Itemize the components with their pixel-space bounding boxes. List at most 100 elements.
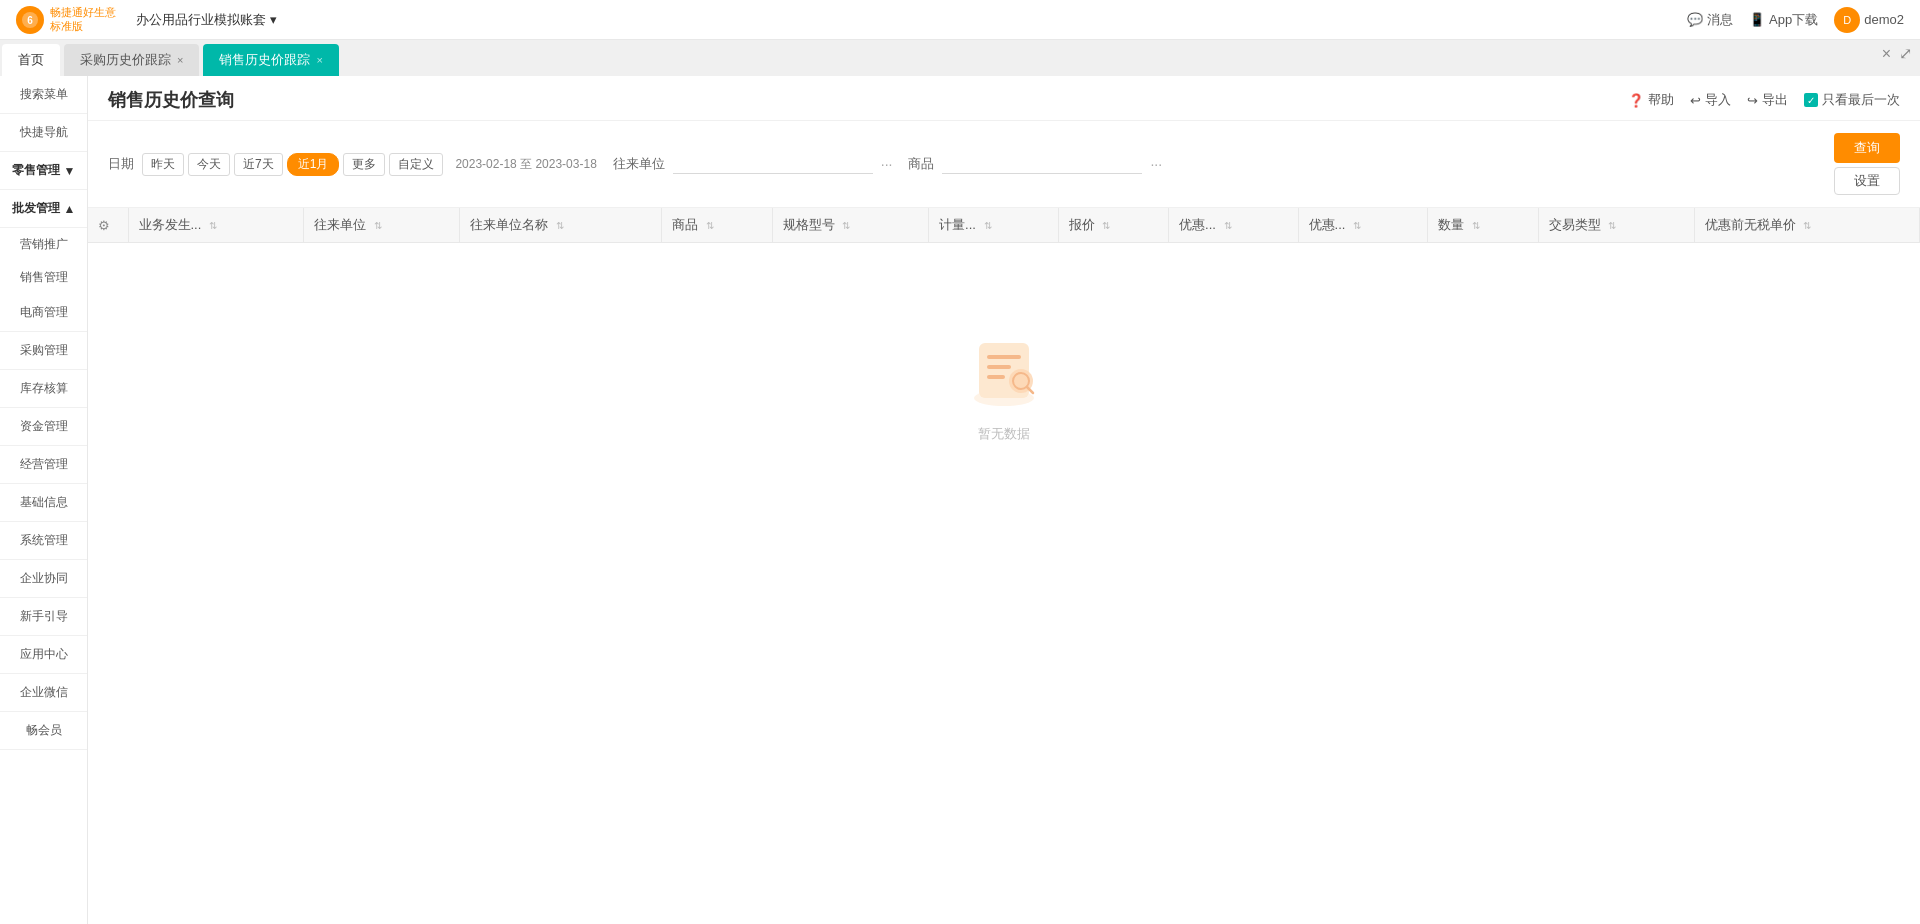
company-selector[interactable]: 办公用品行业模拟账套 ▾ bbox=[136, 11, 277, 29]
window-close-btn[interactable]: × bbox=[1882, 45, 1891, 63]
sidebar-item-membership[interactable]: 畅会员 bbox=[0, 712, 87, 750]
sidebar-item-retail-mgmt[interactable]: 零售管理 ▼ bbox=[0, 152, 87, 190]
sidebar-item-app-center[interactable]: 应用中心 bbox=[0, 636, 87, 674]
date-range-display: 2023-02-18 至 2023-03-18 bbox=[455, 156, 596, 173]
page-title: 销售历史价查询 bbox=[108, 88, 234, 112]
col-partner-code: 往来单位 ⇅ bbox=[303, 208, 459, 243]
message-btn[interactable]: 💬 消息 bbox=[1687, 11, 1733, 29]
col-pre-discount-price: 优惠前无税单价 ⇅ bbox=[1694, 208, 1919, 243]
goods-filter-group: 商品 ··· bbox=[908, 154, 1162, 174]
page-header: 销售历史价查询 ❓ 帮助 ↩ 导入 ↪ 导出 ✓ 只看最后一次 bbox=[88, 76, 1920, 121]
col-qty: 数量 ⇅ bbox=[1428, 208, 1538, 243]
empty-state-icon bbox=[959, 323, 1049, 413]
date-btn-yesterday[interactable]: 昨天 bbox=[142, 153, 184, 176]
query-button[interactable]: 查询 bbox=[1834, 133, 1900, 163]
checkbox-checked-icon: ✓ bbox=[1804, 93, 1818, 107]
sort-icon-partner-code[interactable]: ⇅ bbox=[374, 220, 382, 231]
sidebar-item-basic-info[interactable]: 基础信息 bbox=[0, 484, 87, 522]
goods-filter-input[interactable] bbox=[942, 154, 1142, 174]
col-discount1: 优惠... ⇅ bbox=[1169, 208, 1299, 243]
data-table: ⚙ 业务发生... ⇅ 往来单位 ⇅ 往来单位名称 ⇅ bbox=[88, 208, 1920, 243]
sidebar-item-new-guide[interactable]: 新手引导 bbox=[0, 598, 87, 636]
sidebar-item-finance[interactable]: 资金管理 bbox=[0, 408, 87, 446]
sidebar-item-search-menu[interactable]: 搜索菜单 bbox=[0, 76, 87, 114]
logo-text: 畅捷通好生意 标准版 bbox=[50, 6, 116, 32]
chevron-down-icon: ▼ bbox=[64, 164, 76, 178]
sidebar-item-marketing[interactable]: 营销推广 bbox=[0, 228, 87, 261]
header-actions: ❓ 帮助 ↩ 导入 ↪ 导出 ✓ 只看最后一次 bbox=[1628, 91, 1900, 109]
sidebar-item-corp-wechat[interactable]: 企业微信 bbox=[0, 674, 87, 712]
message-icon: 💬 bbox=[1687, 12, 1703, 27]
sort-icon-qty[interactable]: ⇅ bbox=[1472, 220, 1480, 231]
col-trade-type: 交易类型 ⇅ bbox=[1538, 208, 1694, 243]
sort-icon-biz-date[interactable]: ⇅ bbox=[209, 220, 217, 231]
export-icon: ↪ bbox=[1747, 93, 1758, 108]
sidebar-item-wholesale-mgmt[interactable]: 批发管理 ▲ bbox=[0, 190, 87, 228]
window-expand-btn[interactable]: ⤢ bbox=[1899, 44, 1912, 63]
tab-sales-close-icon[interactable]: × bbox=[316, 54, 322, 66]
import-btn[interactable]: ↩ 导入 bbox=[1690, 91, 1731, 109]
sidebar-item-inventory[interactable]: 库存核算 bbox=[0, 370, 87, 408]
help-icon: ❓ bbox=[1628, 93, 1644, 108]
tab-home[interactable]: 首页 bbox=[2, 44, 60, 76]
sort-icon-unit[interactable]: ⇅ bbox=[984, 220, 992, 231]
action-btn-row: 查询 设置 bbox=[1834, 133, 1900, 195]
partner-dots[interactable]: ··· bbox=[881, 156, 893, 172]
sort-icon-goods[interactable]: ⇅ bbox=[706, 220, 714, 231]
sort-icon-pre-discount-price[interactable]: ⇅ bbox=[1803, 220, 1811, 231]
retail-mgmt-label: 零售管理 bbox=[12, 162, 60, 179]
main-layout: 搜索菜单 快捷导航 零售管理 ▼ 批发管理 ▲ 营销推广 销售管理 电商管理 采… bbox=[0, 76, 1920, 924]
goods-dots[interactable]: ··· bbox=[1150, 156, 1162, 172]
sidebar-item-ecommerce[interactable]: 电商管理 bbox=[0, 294, 87, 332]
sidebar: 搜索菜单 快捷导航 零售管理 ▼ 批发管理 ▲ 营销推广 销售管理 电商管理 采… bbox=[0, 76, 88, 924]
col-biz-date: 业务发生... ⇅ bbox=[128, 208, 303, 243]
import-icon: ↩ bbox=[1690, 93, 1701, 108]
date-btn-last1month[interactable]: 近1月 bbox=[287, 153, 340, 176]
wholesale-mgmt-label: 批发管理 bbox=[12, 200, 60, 217]
app-download-btn[interactable]: 📱 App下载 bbox=[1749, 11, 1818, 29]
top-bar-left: 6 畅捷通好生意 标准版 办公用品行业模拟账套 ▾ bbox=[16, 6, 277, 34]
sidebar-item-purchase-mgmt[interactable]: 采购管理 bbox=[0, 332, 87, 370]
sidebar-item-operations[interactable]: 经营管理 bbox=[0, 446, 87, 484]
date-btn-today[interactable]: 今天 bbox=[188, 153, 230, 176]
date-btn-last7days[interactable]: 近7天 bbox=[234, 153, 283, 176]
top-bar: 6 畅捷通好生意 标准版 办公用品行业模拟账套 ▾ 💬 消息 📱 App下载 D… bbox=[0, 0, 1920, 40]
settings-button[interactable]: 设置 bbox=[1834, 167, 1900, 195]
sidebar-item-sales-mgmt[interactable]: 销售管理 bbox=[0, 261, 87, 294]
table-settings-icon[interactable]: ⚙ bbox=[98, 218, 110, 233]
avatar: D bbox=[1834, 7, 1860, 33]
col-settings: ⚙ bbox=[88, 208, 128, 243]
svg-rect-4 bbox=[987, 355, 1021, 359]
sort-icon-spec[interactable]: ⇅ bbox=[842, 220, 850, 231]
help-btn[interactable]: ❓ 帮助 bbox=[1628, 91, 1674, 109]
tab-bar: 首页 采购历史价跟踪 × 销售历史价跟踪 × × ⤢ bbox=[0, 40, 1920, 76]
partner-filter-input[interactable] bbox=[673, 154, 873, 174]
svg-rect-5 bbox=[987, 365, 1011, 369]
sort-icon-discount2[interactable]: ⇅ bbox=[1353, 220, 1361, 231]
sort-icon-quote[interactable]: ⇅ bbox=[1102, 220, 1110, 231]
empty-text: 暂无数据 bbox=[978, 425, 1030, 443]
sort-icon-partner-name[interactable]: ⇅ bbox=[556, 220, 564, 231]
sort-icon-discount1[interactable]: ⇅ bbox=[1224, 220, 1232, 231]
export-btn[interactable]: ↪ 导出 bbox=[1747, 91, 1788, 109]
tab-sales-history[interactable]: 销售历史价跟踪 × bbox=[203, 44, 338, 76]
col-discount2: 优惠... ⇅ bbox=[1298, 208, 1428, 243]
empty-state: 暂无数据 bbox=[88, 243, 1920, 523]
date-buttons: 昨天 今天 近7天 近1月 更多 自定义 bbox=[142, 153, 443, 176]
goods-filter-label: 商品 bbox=[908, 155, 934, 173]
tab-purchase-close-icon[interactable]: × bbox=[177, 54, 183, 66]
sidebar-item-system-mgmt[interactable]: 系统管理 bbox=[0, 522, 87, 560]
sidebar-item-corp-agreement[interactable]: 企业协同 bbox=[0, 560, 87, 598]
col-spec: 规格型号 ⇅ bbox=[772, 208, 928, 243]
table-header-row: ⚙ 业务发生... ⇅ 往来单位 ⇅ 往来单位名称 ⇅ bbox=[88, 208, 1920, 243]
partner-filter-group: 往来单位 ··· bbox=[613, 154, 893, 174]
sidebar-item-quick-nav[interactable]: 快捷导航 bbox=[0, 114, 87, 152]
only-last-checkbox[interactable]: ✓ 只看最后一次 bbox=[1804, 91, 1900, 109]
col-partner-name: 往来单位名称 ⇅ bbox=[460, 208, 662, 243]
user-menu[interactable]: D demo2 bbox=[1834, 7, 1904, 33]
date-btn-custom[interactable]: 自定义 bbox=[389, 153, 443, 176]
tab-purchase-history[interactable]: 采购历史价跟踪 × bbox=[64, 44, 199, 76]
sort-icon-trade-type[interactable]: ⇅ bbox=[1608, 220, 1616, 231]
svg-rect-6 bbox=[987, 375, 1005, 379]
date-btn-more[interactable]: 更多 bbox=[343, 153, 385, 176]
